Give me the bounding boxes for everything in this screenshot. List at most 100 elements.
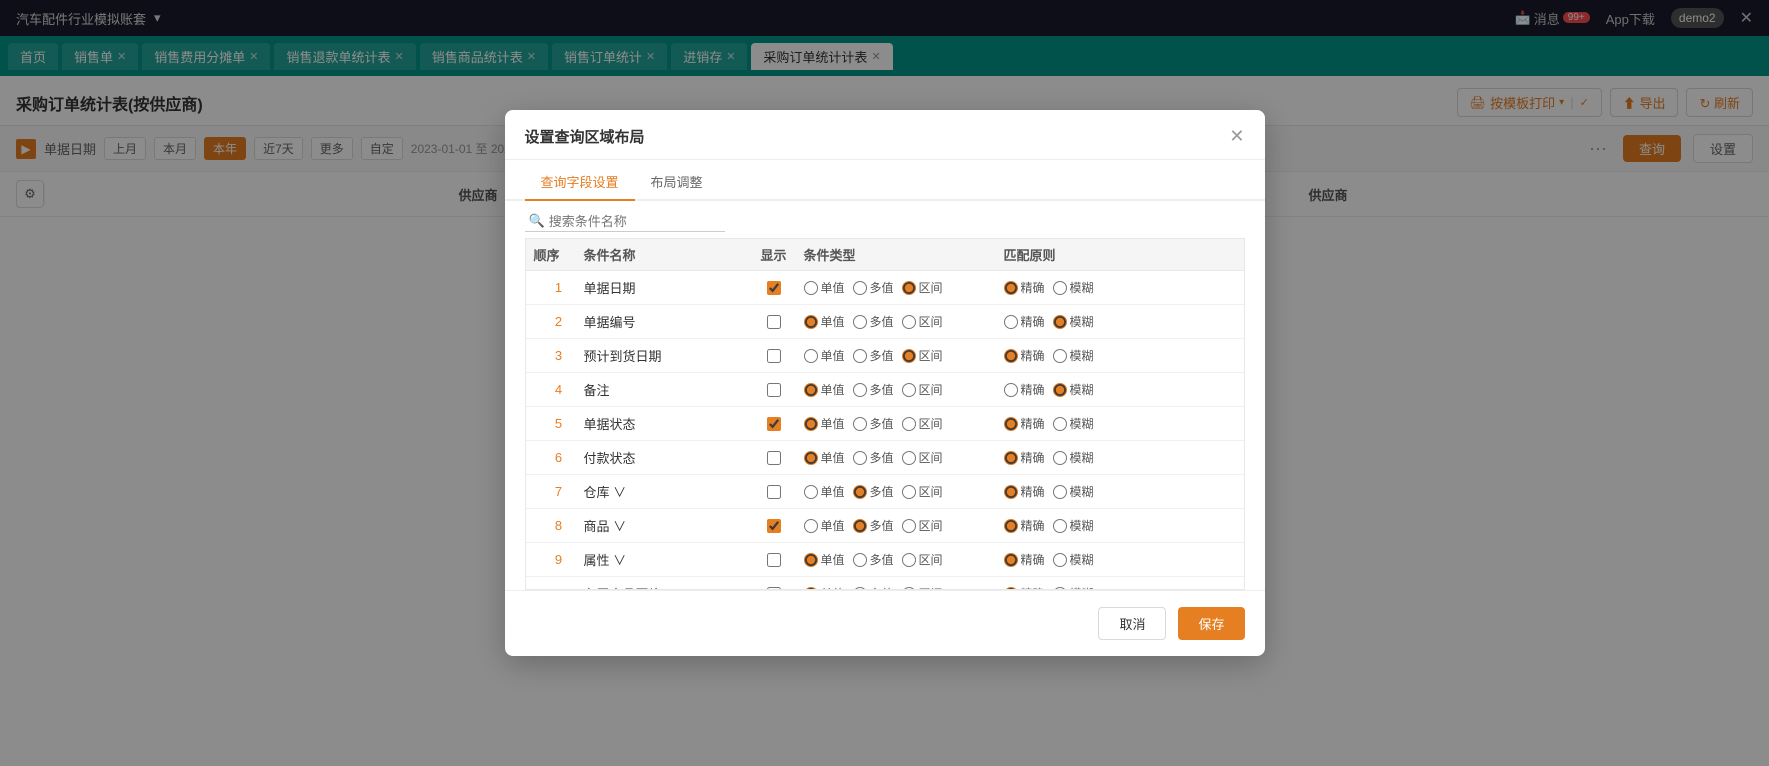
display-checkbox-4[interactable] [767, 383, 781, 397]
radio-single-7[interactable] [804, 485, 818, 499]
match-exact-3[interactable]: 精确 [1004, 347, 1045, 364]
radio-fuzzy-4[interactable] [1053, 383, 1067, 397]
type-multi-7[interactable]: 多值 [853, 483, 894, 500]
display-checkbox-6[interactable] [767, 451, 781, 465]
type-range-1[interactable]: 区间 [902, 279, 943, 296]
radio-single-6[interactable] [804, 451, 818, 465]
match-fuzzy-8[interactable]: 模糊 [1053, 517, 1094, 534]
type-range-3[interactable]: 区间 [902, 347, 943, 364]
match-fuzzy-3[interactable]: 模糊 [1053, 347, 1094, 364]
display-checkbox-7[interactable] [767, 485, 781, 499]
radio-fuzzy-9[interactable] [1053, 553, 1067, 567]
type-single-3[interactable]: 单值 [804, 347, 845, 364]
match-exact-1[interactable]: 精确 [1004, 279, 1045, 296]
radio-exact-5[interactable] [1004, 417, 1018, 431]
radio-range-5[interactable] [902, 417, 916, 431]
radio-exact-6[interactable] [1004, 451, 1018, 465]
row-display-3[interactable] [744, 349, 804, 363]
radio-multi-8[interactable] [853, 519, 867, 533]
radio-multi-4[interactable] [853, 383, 867, 397]
type-single-9[interactable]: 单值 [804, 551, 845, 568]
match-exact-4[interactable]: 精确 [1004, 381, 1045, 398]
radio-exact-2[interactable] [1004, 315, 1018, 329]
radio-exact-1[interactable] [1004, 281, 1018, 295]
match-fuzzy-2[interactable]: 模糊 [1053, 313, 1094, 330]
row-display-5[interactable] [744, 417, 804, 431]
radio-range-8[interactable] [902, 519, 916, 533]
radio-single-4[interactable] [804, 383, 818, 397]
cancel-button[interactable]: 取消 [1098, 607, 1166, 640]
type-multi-1[interactable]: 多值 [853, 279, 894, 296]
radio-fuzzy-2[interactable] [1053, 315, 1067, 329]
display-checkbox-1[interactable] [767, 281, 781, 295]
type-single-2[interactable]: 单值 [804, 313, 845, 330]
radio-multi-6[interactable] [853, 451, 867, 465]
radio-exact-4[interactable] [1004, 383, 1018, 397]
radio-multi-5[interactable] [853, 417, 867, 431]
row-display-2[interactable] [744, 315, 804, 329]
type-single-4[interactable]: 单值 [804, 381, 845, 398]
radio-multi-3[interactable] [853, 349, 867, 363]
type-single-6[interactable]: 单值 [804, 449, 845, 466]
row-display-8[interactable] [744, 519, 804, 533]
type-range-2[interactable]: 区间 [902, 313, 943, 330]
radio-multi-1[interactable] [853, 281, 867, 295]
match-exact-5[interactable]: 精确 [1004, 415, 1045, 432]
radio-single-5[interactable] [804, 417, 818, 431]
type-range-5[interactable]: 区间 [902, 415, 943, 432]
match-exact-8[interactable]: 精确 [1004, 517, 1045, 534]
display-checkbox-5[interactable] [767, 417, 781, 431]
match-fuzzy-1[interactable]: 模糊 [1053, 279, 1094, 296]
radio-exact-8[interactable] [1004, 519, 1018, 533]
radio-single-9[interactable] [804, 553, 818, 567]
type-multi-8[interactable]: 多值 [853, 517, 894, 534]
radio-range-6[interactable] [902, 451, 916, 465]
display-checkbox-3[interactable] [767, 349, 781, 363]
radio-range-2[interactable] [902, 315, 916, 329]
type-multi-4[interactable]: 多值 [853, 381, 894, 398]
radio-single-8[interactable] [804, 519, 818, 533]
type-range-7[interactable]: 区间 [902, 483, 943, 500]
type-range-9[interactable]: 区间 [902, 551, 943, 568]
radio-multi-7[interactable] [853, 485, 867, 499]
modal-tab-query-fields[interactable]: 查询字段设置 [525, 164, 635, 201]
radio-range-9[interactable] [902, 553, 916, 567]
radio-multi-9[interactable] [853, 553, 867, 567]
type-range-6[interactable]: 区间 [902, 449, 943, 466]
radio-single-3[interactable] [804, 349, 818, 363]
row-display-4[interactable] [744, 383, 804, 397]
type-single-8[interactable]: 单值 [804, 517, 845, 534]
radio-fuzzy-7[interactable] [1053, 485, 1067, 499]
match-fuzzy-5[interactable]: 模糊 [1053, 415, 1094, 432]
display-checkbox-2[interactable] [767, 315, 781, 329]
type-single-1[interactable]: 单值 [804, 279, 845, 296]
type-multi-3[interactable]: 多值 [853, 347, 894, 364]
modal-tab-layout[interactable]: 布局调整 [635, 164, 719, 201]
match-fuzzy-7[interactable]: 模糊 [1053, 483, 1094, 500]
type-multi-2[interactable]: 多值 [853, 313, 894, 330]
modal-close-button[interactable]: ✕ [1229, 126, 1244, 147]
radio-range-7[interactable] [902, 485, 916, 499]
radio-single-2[interactable] [804, 315, 818, 329]
radio-range-4[interactable] [902, 383, 916, 397]
radio-exact-7[interactable] [1004, 485, 1018, 499]
search-input-wrap[interactable]: 🔍 [525, 211, 725, 232]
match-exact-6[interactable]: 精确 [1004, 449, 1045, 466]
match-exact-2[interactable]: 精确 [1004, 313, 1045, 330]
radio-range-3[interactable] [902, 349, 916, 363]
radio-exact-9[interactable] [1004, 553, 1018, 567]
match-fuzzy-4[interactable]: 模糊 [1053, 381, 1094, 398]
display-checkbox-9[interactable] [767, 553, 781, 567]
type-single-5[interactable]: 单值 [804, 415, 845, 432]
row-display-7[interactable] [744, 485, 804, 499]
row-display-6[interactable] [744, 451, 804, 465]
radio-range-1[interactable] [902, 281, 916, 295]
type-single-7[interactable]: 单值 [804, 483, 845, 500]
type-multi-6[interactable]: 多值 [853, 449, 894, 466]
search-input[interactable] [549, 214, 709, 229]
radio-fuzzy-3[interactable] [1053, 349, 1067, 363]
match-fuzzy-6[interactable]: 模糊 [1053, 449, 1094, 466]
type-multi-5[interactable]: 多值 [853, 415, 894, 432]
display-checkbox-8[interactable] [767, 519, 781, 533]
save-button[interactable]: 保存 [1178, 607, 1244, 640]
